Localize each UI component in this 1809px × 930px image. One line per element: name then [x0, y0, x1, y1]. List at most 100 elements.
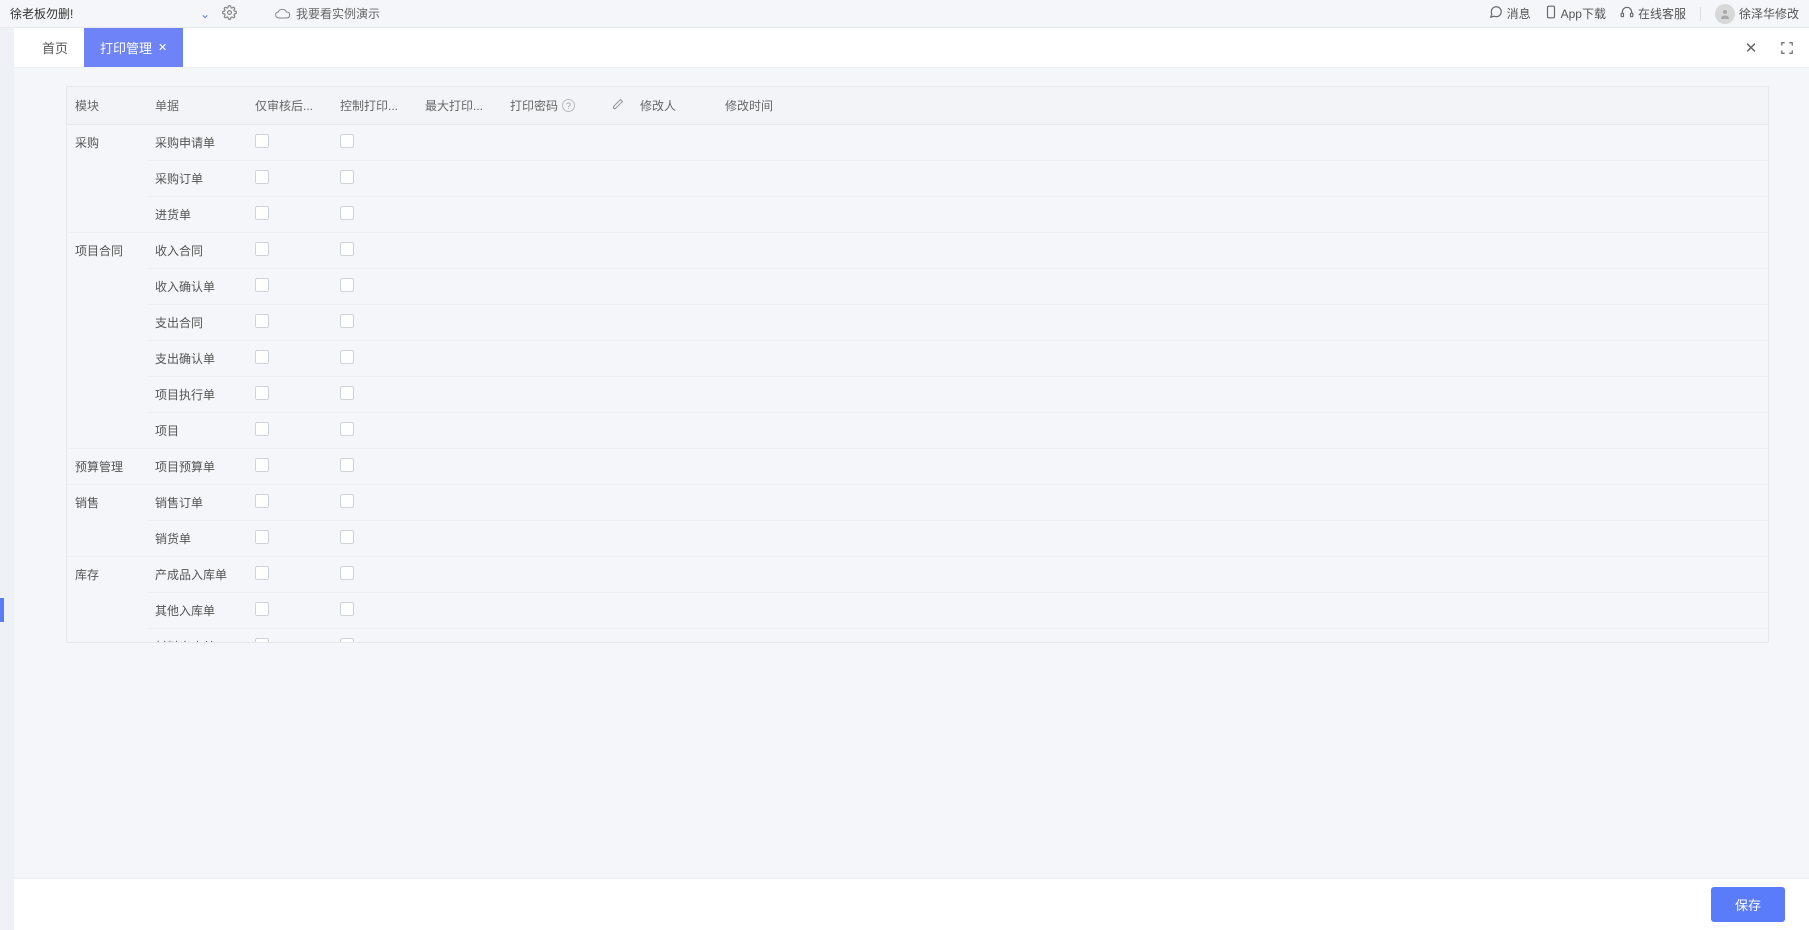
edit-icon[interactable] [612, 98, 624, 113]
cell-control [332, 449, 417, 485]
audit-checkbox[interactable] [255, 530, 269, 544]
user-menu[interactable]: 徐泽华修改 [1715, 4, 1799, 24]
cell-max-print[interactable] [417, 593, 502, 629]
audit-checkbox[interactable] [255, 458, 269, 472]
cell-control [332, 521, 417, 557]
headset-icon [1620, 5, 1634, 22]
control-checkbox[interactable] [340, 386, 354, 400]
control-checkbox[interactable] [340, 314, 354, 328]
cell-control [332, 413, 417, 449]
cell-password[interactable] [502, 485, 632, 521]
cell-password[interactable] [502, 413, 632, 449]
cell-control [332, 233, 417, 269]
tab-home[interactable]: 首页 [26, 28, 84, 67]
fullscreen-button[interactable] [1773, 34, 1801, 62]
audit-checkbox[interactable] [255, 386, 269, 400]
save-button[interactable]: 保存 [1711, 887, 1785, 922]
cell-max-print[interactable] [417, 629, 502, 643]
messages-link[interactable]: 消息 [1489, 5, 1531, 22]
audit-checkbox[interactable] [255, 170, 269, 184]
cell-password[interactable] [502, 593, 632, 629]
control-checkbox[interactable] [340, 458, 354, 472]
control-checkbox[interactable] [340, 638, 354, 642]
cell-modifier [632, 269, 717, 305]
tabs-row: 首页 打印管理 ✕ ✕ [14, 28, 1809, 68]
cell-password[interactable] [502, 197, 632, 233]
close-icon[interactable]: ✕ [158, 41, 167, 54]
cell-password[interactable] [502, 377, 632, 413]
cell-modify-time [717, 593, 1768, 629]
control-checkbox[interactable] [340, 530, 354, 544]
control-checkbox[interactable] [340, 566, 354, 580]
audit-checkbox[interactable] [255, 494, 269, 508]
cell-max-print[interactable] [417, 305, 502, 341]
cell-password[interactable] [502, 125, 632, 161]
cell-max-print[interactable] [417, 485, 502, 521]
audit-checkbox[interactable] [255, 242, 269, 256]
support-link[interactable]: 在线客服 [1620, 5, 1686, 22]
gear-icon[interactable] [222, 5, 237, 23]
app-download-link[interactable]: App下载 [1545, 5, 1606, 22]
table-scroll[interactable]: 模块 单据 仅审核后... 控制打印... 最大打印... 打印密码 ? [67, 87, 1768, 642]
cell-max-print[interactable] [417, 269, 502, 305]
audit-checkbox[interactable] [255, 134, 269, 148]
cell-password[interactable] [502, 449, 632, 485]
cell-document: 采购申请单 [147, 125, 247, 161]
tab-print-management[interactable]: 打印管理 ✕ [84, 28, 183, 67]
cell-max-print[interactable] [417, 449, 502, 485]
control-checkbox[interactable] [340, 134, 354, 148]
close-all-button[interactable]: ✕ [1737, 34, 1765, 62]
cell-password[interactable] [502, 161, 632, 197]
cell-password[interactable] [502, 629, 632, 643]
audit-checkbox[interactable] [255, 602, 269, 616]
th-module: 模块 [67, 87, 147, 125]
audit-checkbox[interactable] [255, 206, 269, 220]
audit-checkbox[interactable] [255, 638, 269, 642]
cell-modify-time [717, 449, 1768, 485]
cell-max-print[interactable] [417, 125, 502, 161]
content-area: 模块 单据 仅审核后... 控制打印... 最大打印... 打印密码 ? [14, 68, 1809, 930]
cell-modifier [632, 413, 717, 449]
audit-checkbox[interactable] [255, 566, 269, 580]
cell-max-print[interactable] [417, 341, 502, 377]
table-row: 其他入库单 [67, 593, 1768, 629]
table-row: 材料出库单 [67, 629, 1768, 643]
cell-audit [247, 593, 332, 629]
table-row: 项目合同收入合同 [67, 233, 1768, 269]
control-checkbox[interactable] [340, 242, 354, 256]
cell-modify-time [717, 269, 1768, 305]
cell-control [332, 557, 417, 593]
company-selector[interactable]: 徐老板勿删! ⌄ [10, 3, 210, 24]
cell-max-print[interactable] [417, 521, 502, 557]
cell-password[interactable] [502, 269, 632, 305]
cell-password[interactable] [502, 557, 632, 593]
cell-audit [247, 377, 332, 413]
control-checkbox[interactable] [340, 206, 354, 220]
control-checkbox[interactable] [340, 278, 354, 292]
cell-password[interactable] [502, 341, 632, 377]
audit-checkbox[interactable] [255, 278, 269, 292]
demo-link[interactable]: 我要看实例演示 [275, 5, 380, 22]
control-checkbox[interactable] [340, 494, 354, 508]
control-checkbox[interactable] [340, 350, 354, 364]
control-checkbox[interactable] [340, 602, 354, 616]
control-checkbox[interactable] [340, 422, 354, 436]
cell-password[interactable] [502, 233, 632, 269]
cell-max-print[interactable] [417, 377, 502, 413]
audit-checkbox[interactable] [255, 422, 269, 436]
cell-max-print[interactable] [417, 197, 502, 233]
audit-checkbox[interactable] [255, 314, 269, 328]
cell-max-print[interactable] [417, 413, 502, 449]
cell-modifier [632, 485, 717, 521]
audit-checkbox[interactable] [255, 350, 269, 364]
cell-max-print[interactable] [417, 233, 502, 269]
cell-document: 材料出库单 [147, 629, 247, 643]
cell-password[interactable] [502, 521, 632, 557]
cell-max-print[interactable] [417, 161, 502, 197]
cell-max-print[interactable] [417, 557, 502, 593]
cell-document: 采购订单 [147, 161, 247, 197]
control-checkbox[interactable] [340, 170, 354, 184]
cell-password[interactable] [502, 305, 632, 341]
cell-document: 项目执行单 [147, 377, 247, 413]
help-icon[interactable]: ? [562, 99, 575, 112]
